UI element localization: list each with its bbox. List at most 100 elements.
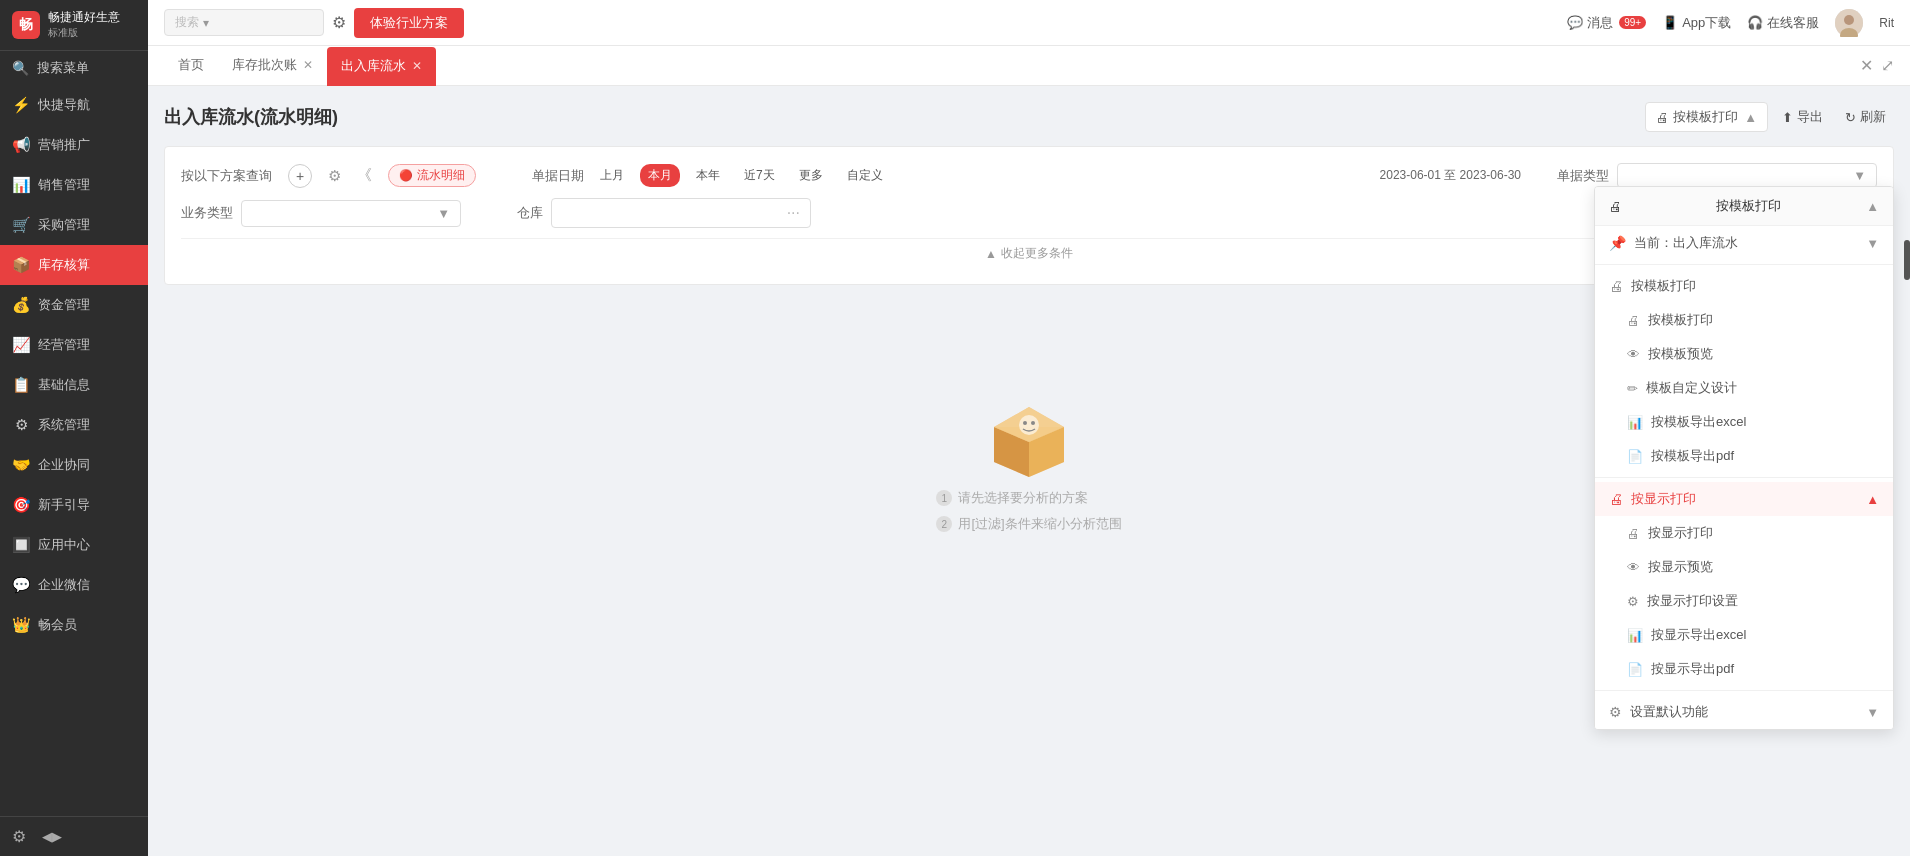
dropdown-template-section-header[interactable]: 🖨 按模板打印 (1595, 269, 1893, 303)
dropdown-item-template-preview[interactable]: 👁 按模板预览 (1595, 337, 1893, 371)
filter-collapse-icon[interactable]: 《 (357, 166, 372, 185)
display-section-arrow[interactable]: ▲ (1866, 492, 1879, 507)
dropdown-item-display-export-excel[interactable]: 📊 按显示导出excel (1595, 618, 1893, 652)
date-btn-more[interactable]: 更多 (791, 164, 831, 187)
filter-add-button[interactable]: + (288, 164, 312, 188)
export-button[interactable]: ⬆ 导出 (1774, 104, 1831, 130)
dropdown-item-template-export-excel[interactable]: 📊 按模板导出excel (1595, 405, 1893, 439)
warehouse-label: 仓库 (517, 204, 543, 222)
tab-batch-account[interactable]: 库存批次账 ✕ (218, 46, 327, 85)
sidebar-item-marketing[interactable]: 📢 营销推广 (0, 125, 148, 165)
sidebar-item-wechat[interactable]: 💬 企业微信 (0, 565, 148, 605)
dropdown-item-template-export-pdf[interactable]: 📄 按模板导出pdf (1595, 439, 1893, 473)
tab-home[interactable]: 首页 (164, 46, 218, 85)
avatar[interactable] (1835, 9, 1863, 37)
dropdown-title: 按模板打印 (1716, 197, 1781, 215)
svg-point-9 (1023, 421, 1027, 425)
tab-batch-account-close[interactable]: ✕ (303, 58, 313, 72)
topbar-search-box[interactable]: 搜索 ▾ (164, 9, 324, 36)
notification-button[interactable]: 💬 消息 99+ (1567, 14, 1646, 32)
date-btn-current-month[interactable]: 本月 (640, 164, 680, 187)
template-section-icon: 🖨 (1609, 278, 1623, 294)
page-actions: 🖨 按模板打印 ▲ ⬆ 导出 ↻ 刷新 (1645, 102, 1894, 132)
sidebar-item-enterprise[interactable]: 🤝 企业协同 (0, 445, 148, 485)
sidebar-item-member[interactable]: 👑 畅会员 (0, 605, 148, 645)
empty-steps: 1 请先选择要分析的方案 2 用[过滤]条件来缩小分析范围 (936, 489, 1121, 533)
topbar-left: 搜索 ▾ ⚙ 体验行业方案 (164, 8, 464, 38)
app-download-button[interactable]: 📱 App下载 (1662, 14, 1731, 32)
filter-gear-icon[interactable]: ⚙ (328, 167, 341, 185)
sidebar-logo: 畅 畅捷通好生意 标准版 (0, 0, 148, 51)
svg-point-1 (1844, 15, 1854, 25)
template-preview-icon: 👁 (1627, 347, 1640, 362)
sidebar-item-sales[interactable]: 📊 销售管理 (0, 165, 148, 205)
active-filter-chip[interactable]: 🔴 流水明细 (388, 164, 476, 187)
close-window-button[interactable]: ✕ (1860, 56, 1873, 75)
search-icon: 🔍 (12, 60, 29, 76)
user-name[interactable]: Rit (1879, 16, 1894, 30)
date-range-display: 2023-06-01 至 2023-06-30 (1380, 167, 1521, 184)
topbar-chevron-icon[interactable]: ▾ (203, 16, 209, 30)
dropdown-item-display-export-pdf[interactable]: 📄 按显示导出pdf (1595, 652, 1893, 686)
display-print-label: 按显示打印 (1648, 524, 1713, 542)
warehouse-input[interactable]: ··· (551, 198, 811, 228)
sidebar-item-basic[interactable]: 📋 基础信息 (0, 365, 148, 405)
sidebar-search[interactable]: 🔍 搜索菜单 (0, 51, 148, 85)
print-dropdown-arrow[interactable]: ▲ (1744, 110, 1757, 125)
sidebar-item-system[interactable]: ⚙ 系统管理 (0, 405, 148, 445)
sidebar-item-operations[interactable]: 📈 经营管理 (0, 325, 148, 365)
dropdown-item-template-print[interactable]: 🖨 按模板打印 (1595, 303, 1893, 337)
doc-type-select[interactable]: ▼ (1617, 163, 1877, 188)
display-excel-icon: 📊 (1627, 628, 1643, 643)
sidebar-item-purchase[interactable]: 🛒 采购管理 (0, 205, 148, 245)
operations-icon: 📈 (12, 336, 30, 354)
member-icon: 👑 (12, 616, 30, 634)
date-btn-current-year[interactable]: 本年 (688, 164, 728, 187)
tab-inventory-flow-close[interactable]: ✕ (412, 59, 422, 73)
tab-inventory-flow[interactable]: 出入库流水 ✕ (327, 47, 436, 86)
business-type-section: 业务类型 ▼ (181, 200, 461, 227)
dropdown-display-section-header[interactable]: 🖨 按显示打印 ▲ (1595, 482, 1893, 516)
refresh-button[interactable]: ↻ 刷新 (1837, 104, 1894, 130)
dropdown-item-display-preview[interactable]: 👁 按显示预览 (1595, 550, 1893, 584)
step-1-text: 请先选择要分析的方案 (958, 489, 1088, 507)
sidebar-item-apps[interactable]: 🔲 应用中心 (0, 525, 148, 565)
maximize-window-button[interactable]: ⤢ (1881, 56, 1894, 75)
dropdown-collapse-arrow[interactable]: ▲ (1866, 199, 1879, 214)
default-function-arrow[interactable]: ▼ (1866, 705, 1879, 720)
system-icon: ⚙ (12, 416, 30, 434)
empty-step-2: 2 用[过滤]条件来缩小分析范围 (936, 515, 1121, 533)
dropdown-item-template-custom[interactable]: ✏ 模板自定义设计 (1595, 371, 1893, 405)
sidebar-item-finance[interactable]: 💰 资金管理 (0, 285, 148, 325)
sidebar-item-inventory[interactable]: 📦 库存核算 (0, 245, 148, 285)
print-template-button[interactable]: 🖨 按模板打印 ▲ (1645, 102, 1768, 132)
date-btn-custom[interactable]: 自定义 (839, 164, 891, 187)
topbar-search-placeholder: 搜索 (175, 14, 199, 31)
dropdown-default-function[interactable]: ⚙ 设置默认功能 ▼ (1595, 695, 1893, 729)
date-btn-last-month[interactable]: 上月 (592, 164, 632, 187)
online-service-button[interactable]: 🎧 在线客服 (1747, 14, 1819, 32)
svg-point-8 (1019, 415, 1039, 435)
dropdown-item-display-print[interactable]: 🖨 按显示打印 (1595, 516, 1893, 550)
warehouse-dots-icon[interactable]: ··· (787, 204, 800, 222)
dropdown-item-display-print-settings[interactable]: ⚙ 按显示打印设置 (1595, 584, 1893, 618)
date-label: 单据日期 (532, 167, 584, 185)
bottom-settings-icon[interactable]: ⚙ (12, 827, 26, 846)
topbar-gear-icon[interactable]: ⚙ (332, 13, 346, 32)
guide-icon: 🎯 (12, 496, 30, 514)
dropdown-header: 🖨 按模板打印 ▲ (1595, 187, 1893, 226)
sidebar-search-label: 搜索菜单 (37, 59, 89, 77)
date-btn-last-7-days[interactable]: 近7天 (736, 164, 783, 187)
dropdown-current-arrow[interactable]: ▼ (1866, 236, 1879, 251)
trial-button[interactable]: 体验行业方案 (354, 8, 464, 38)
display-print-icon: 🖨 (1627, 526, 1640, 541)
template-custom-label: 模板自定义设计 (1646, 379, 1737, 397)
sidebar-item-guide[interactable]: 🎯 新手引导 (0, 485, 148, 525)
business-type-select[interactable]: ▼ (241, 200, 461, 227)
sidebar: 畅 畅捷通好生意 标准版 🔍 搜索菜单 ⚡ 快捷导航 📢 营销推广 📊 销售管理… (0, 0, 148, 856)
topbar: 搜索 ▾ ⚙ 体验行业方案 💬 消息 99+ 📱 App下载 🎧 在线客服 (148, 0, 1910, 46)
purchase-icon: 🛒 (12, 216, 30, 234)
quick-nav-icon: ⚡ (12, 96, 30, 114)
sidebar-item-quick-nav[interactable]: ⚡ 快捷导航 (0, 85, 148, 125)
bottom-collapse-icon[interactable]: ◀▶ (42, 829, 62, 844)
